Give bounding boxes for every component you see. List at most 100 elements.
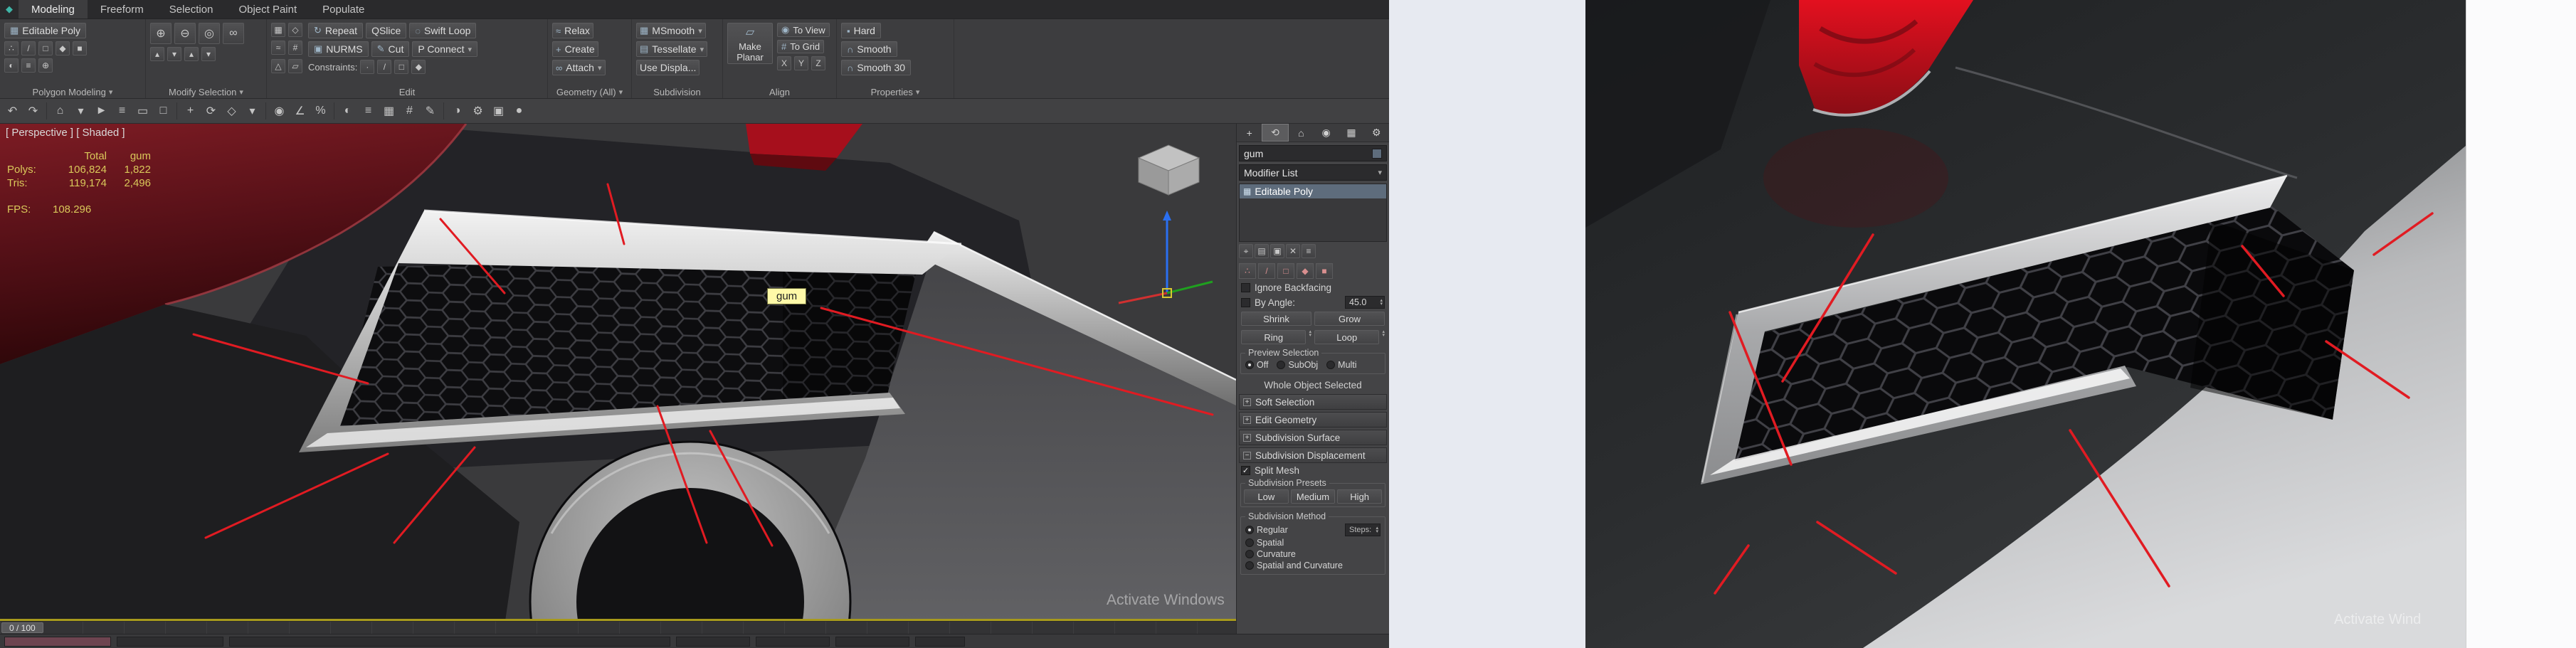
- msmooth-button[interactable]: ▦ MSmooth ▾: [636, 23, 706, 38]
- smooth-30-button[interactable]: ∩ Smooth 30: [841, 60, 912, 75]
- preserve-uvs-icon[interactable]: ▦: [271, 23, 285, 37]
- edge-icon[interactable]: /: [1258, 263, 1275, 279]
- polygon-mode-icon[interactable]: ◆: [56, 41, 70, 55]
- app-icon[interactable]: ◆: [0, 0, 19, 18]
- viewport-canvas[interactable]: [0, 124, 1236, 621]
- preset-low-button[interactable]: Low: [1244, 489, 1289, 504]
- rotate-icon[interactable]: ⟳: [201, 102, 221, 121]
- group-label[interactable]: Align: [723, 85, 836, 98]
- select-object-icon[interactable]: ►: [92, 102, 111, 121]
- checkbox[interactable]: [1241, 283, 1250, 292]
- method-regular-radio[interactable]: Regular Steps: ▴ ▾: [1244, 523, 1382, 537]
- edge-mode-icon[interactable]: /: [21, 41, 36, 55]
- coordinate-y-field[interactable]: [756, 636, 830, 647]
- snap-toggle-icon[interactable]: ◉: [270, 102, 289, 121]
- split-mesh-row[interactable]: ✓ Split Mesh: [1237, 463, 1389, 477]
- group-label[interactable]: Geometry (All) ▾: [548, 85, 631, 98]
- align-z-button[interactable]: Z: [811, 56, 825, 70]
- by-angle-spinner[interactable]: 45.0 ▴ ▾: [1345, 296, 1385, 309]
- collapse-icon[interactable]: ≡: [21, 58, 36, 73]
- spinner-arrows-icon[interactable]: ▴ ▾: [1380, 298, 1383, 307]
- create-tab-icon[interactable]: +: [1237, 124, 1262, 142]
- ribbon-tab-selection[interactable]: Selection: [157, 0, 226, 18]
- qslice-button[interactable]: QSlice: [366, 23, 407, 38]
- method-spatial-radio[interactable]: Spatial: [1244, 537, 1382, 548]
- element-mode-icon[interactable]: ■: [73, 41, 87, 55]
- polygon-icon[interactable]: ◆: [1297, 263, 1314, 279]
- render-setup-icon[interactable]: ⚙: [468, 102, 487, 121]
- editable-poly-mode-button[interactable]: ▦ Editable Poly: [4, 23, 87, 38]
- rendered-frame-icon[interactable]: ▣: [489, 102, 508, 121]
- modifier-stack[interactable]: ▦ Editable Poly: [1239, 184, 1387, 242]
- listener-field[interactable]: [117, 636, 223, 647]
- layer-manager-icon[interactable]: ▦: [379, 102, 398, 121]
- window-crossing-icon[interactable]: □: [154, 102, 173, 121]
- element-icon[interactable]: ■: [1316, 263, 1333, 279]
- create-button[interactable]: + Create: [552, 41, 598, 57]
- method-curvature-radio[interactable]: Curvature: [1244, 548, 1382, 560]
- group-label[interactable]: Polygon Modeling ▾: [0, 85, 145, 98]
- loop-spinner-icon[interactable]: ▴ ▾: [1382, 329, 1385, 344]
- rollout-soft-selection[interactable]: + Soft Selection: [1239, 394, 1387, 410]
- angle-snap-icon[interactable]: ∠: [290, 102, 310, 121]
- rollout-edit-geometry[interactable]: + Edit Geometry: [1239, 412, 1387, 427]
- ribbon-tab-object-paint[interactable]: Object Paint: [226, 0, 310, 18]
- ring-button[interactable]: Ring: [1241, 330, 1307, 344]
- grid-icon[interactable]: #: [288, 41, 302, 55]
- preset-medium-button[interactable]: Medium: [1290, 489, 1336, 504]
- grow-button[interactable]: Grow: [1314, 312, 1385, 326]
- method-spatial-curvature-radio[interactable]: Spatial and Curvature: [1244, 560, 1382, 571]
- checkbox[interactable]: [1241, 297, 1250, 307]
- coordinate-z-field[interactable]: [835, 636, 909, 647]
- by-angle-row[interactable]: By Angle: 45.0 ▴ ▾: [1237, 294, 1389, 309]
- swift-loop-button[interactable]: ◌ Swift Loop: [409, 23, 477, 38]
- undo-icon[interactable]: ↶: [3, 102, 22, 121]
- ignore-backfacing-row[interactable]: Ignore Backfacing: [1237, 280, 1389, 294]
- graph-editor-icon[interactable]: #: [400, 102, 419, 121]
- utilities-tab-icon[interactable]: ⚙: [1364, 124, 1389, 142]
- move-icon[interactable]: +: [181, 102, 200, 121]
- ribbon-tab-freeform[interactable]: Freeform: [88, 0, 157, 18]
- viewport[interactable]: [ Perspective ] [ Shaded ] Total gum Poly…: [0, 124, 1236, 621]
- ring-selection-icon[interactable]: ◎: [199, 23, 220, 44]
- ring-spinner-icon[interactable]: ▴ ▾: [1309, 329, 1311, 344]
- modifier-list-dropdown[interactable]: Modifier List ▾: [1239, 164, 1387, 181]
- group-label[interactable]: Modify Selection ▾: [146, 85, 266, 98]
- show-end-result-icon[interactable]: ▤: [1255, 244, 1269, 258]
- quad-icon[interactable]: ▱: [288, 58, 302, 73]
- loop-shrink-icon[interactable]: ▾: [201, 47, 216, 61]
- object-name-field[interactable]: gum: [1239, 145, 1387, 161]
- rollout-subdivision-surface[interactable]: + Subdivision Surface: [1239, 430, 1387, 445]
- constraint-normal-icon[interactable]: ◆: [411, 60, 426, 74]
- vertex-icon[interactable]: ∴: [1239, 263, 1256, 279]
- grow-selection-icon[interactable]: ⊕: [150, 23, 171, 44]
- ribbon-tab-modeling[interactable]: Modeling: [19, 0, 88, 18]
- ribbon-tab-populate[interactable]: Populate: [310, 0, 377, 18]
- group-label[interactable]: Subdivision: [632, 85, 722, 98]
- configure-modifier-icon[interactable]: ≡: [1302, 244, 1316, 258]
- curve-editor-icon[interactable]: ✎: [421, 102, 440, 121]
- material-editor-icon[interactable]: ◑: [448, 102, 467, 121]
- loop-grow-icon[interactable]: ▴: [184, 47, 199, 61]
- align-y-button[interactable]: Y: [794, 56, 808, 70]
- vertex-mode-icon[interactable]: ∴: [4, 41, 19, 55]
- percent-snap-icon[interactable]: %: [311, 102, 330, 121]
- modify-tab-icon[interactable]: ⟲: [1262, 124, 1289, 142]
- group-label[interactable]: Edit: [267, 85, 547, 98]
- checkbox-checked[interactable]: ✓: [1241, 466, 1250, 475]
- align-icon[interactable]: ≡: [359, 102, 378, 121]
- to-view-button[interactable]: ◉ To View: [777, 23, 830, 37]
- redo-icon[interactable]: ↷: [23, 102, 43, 121]
- loop-selection-icon[interactable]: ∞: [223, 23, 244, 44]
- border-mode-icon[interactable]: □: [38, 41, 53, 55]
- nurms-button[interactable]: ▣ NURMS: [308, 41, 369, 57]
- preview-icon[interactable]: ◐: [4, 58, 19, 73]
- relax-tool-icon[interactable]: ≈: [271, 41, 285, 55]
- spinner-arrows-icon[interactable]: ▴ ▾: [1376, 526, 1378, 534]
- repeat-button[interactable]: ↻ Repeat: [308, 23, 364, 38]
- steps-spinner[interactable]: Steps: ▴ ▾: [1345, 524, 1381, 536]
- tessellate-button[interactable]: ▤ Tessellate ▾: [636, 41, 708, 57]
- remove-modifier-icon[interactable]: ✕: [1286, 244, 1300, 258]
- maxscript-mini-listener[interactable]: [4, 636, 111, 647]
- attach-button[interactable]: ∞ Attach ▾: [552, 60, 606, 75]
